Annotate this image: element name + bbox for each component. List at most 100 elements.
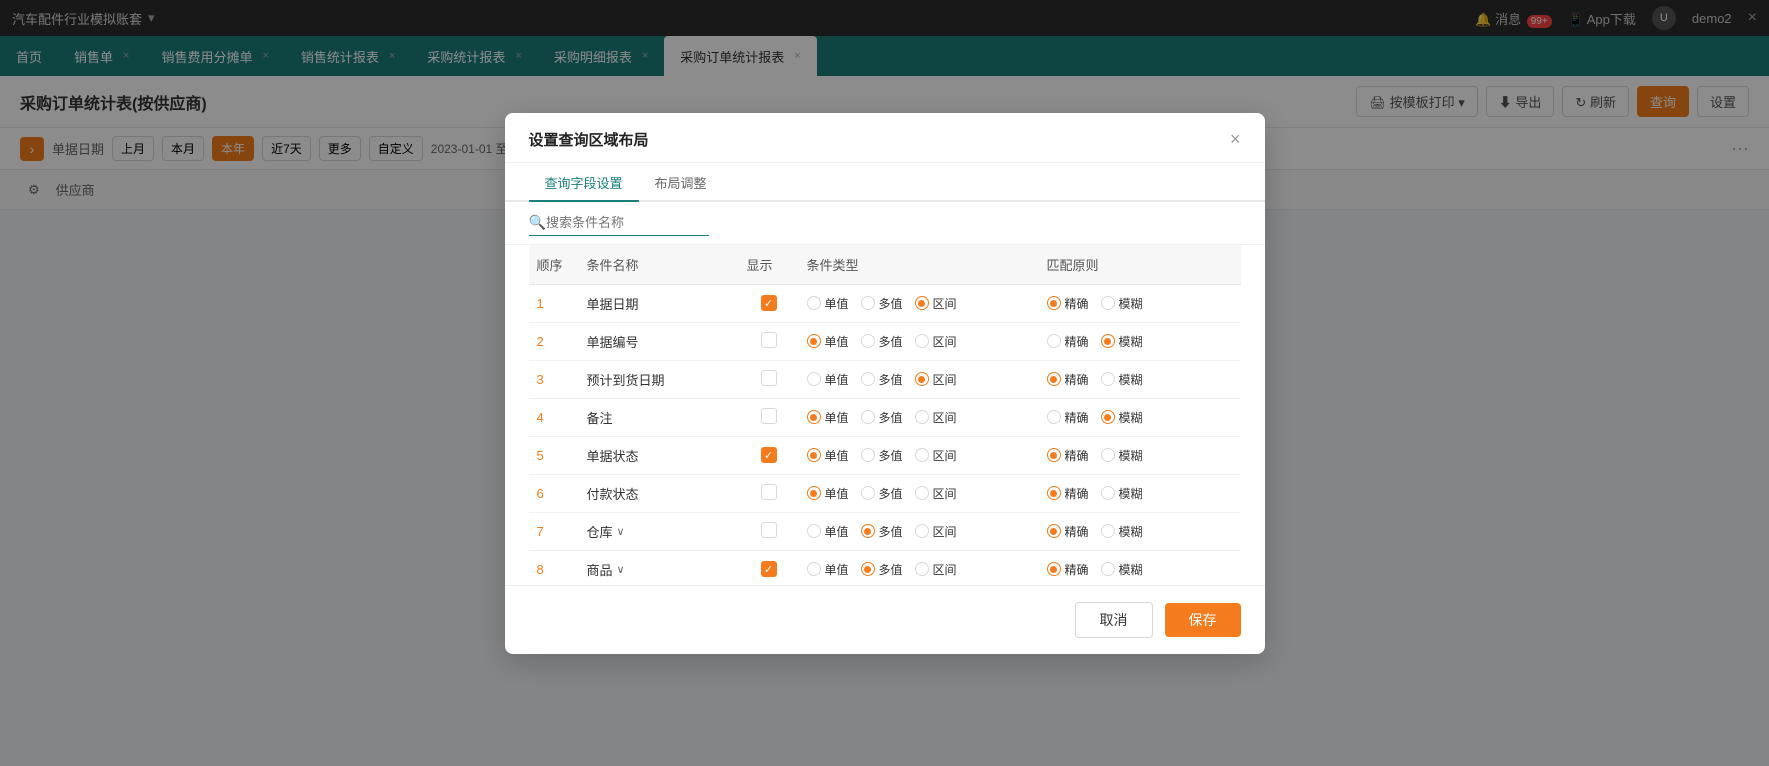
cell-rule: 精确模糊 <box>1039 512 1241 550</box>
cell-name: 单据日期 <box>579 284 739 322</box>
modal-overlay: 设置查询区域布局 × 查询字段设置 布局调整 🔍 顺序 <box>0 0 1769 766</box>
radio-rule-option[interactable]: 精确 <box>1047 409 1089 426</box>
radio-type-option[interactable]: 区间 <box>915 409 957 426</box>
cell-name: 付款状态 <box>579 474 739 512</box>
radio-rule-option[interactable]: 精确 <box>1047 371 1089 388</box>
display-checkbox[interactable]: ✓ <box>761 295 777 311</box>
th-display: 显示 <box>739 245 799 285</box>
table-row: 7仓库 ∨单值多值区间精确模糊 <box>529 512 1241 550</box>
radio-rule-option[interactable]: 模糊 <box>1101 409 1143 426</box>
radio-type-option[interactable]: 单值 <box>807 561 849 578</box>
radio-rule-option[interactable]: 模糊 <box>1101 447 1143 464</box>
dialog-table-body: 1单据日期✓单值多值区间精确模糊2单据编号单值多值区间精确模糊3预计到货日期单值… <box>529 284 1241 585</box>
radio-type-option[interactable]: 单值 <box>807 409 849 426</box>
save-btn[interactable]: 保存 <box>1165 603 1241 637</box>
radio-type-option[interactable]: 单值 <box>807 333 849 350</box>
cell-rule: 精确模糊 <box>1039 284 1241 322</box>
display-checkbox[interactable] <box>761 522 777 538</box>
dialog-tabs: 查询字段设置 布局调整 <box>505 163 1265 202</box>
radio-rule-option[interactable]: 模糊 <box>1101 523 1143 540</box>
table-row: 1单据日期✓单值多值区间精确模糊 <box>529 284 1241 322</box>
dialog-footer: 取消 保存 <box>505 585 1265 654</box>
cell-type: 单值多值区间 <box>799 474 1039 512</box>
cell-type: 单值多值区间 <box>799 322 1039 360</box>
tab-layout[interactable]: 布局调整 <box>639 163 723 202</box>
chevron-down-icon[interactable]: ∨ <box>617 525 625 538</box>
cell-name: 单据状态 <box>579 436 739 474</box>
radio-rule-option[interactable]: 模糊 <box>1101 371 1143 388</box>
cell-type: 单值多值区间 <box>799 360 1039 398</box>
cell-type: 单值多值区间 <box>799 284 1039 322</box>
search-line: 🔍 <box>529 214 709 236</box>
radio-rule-option[interactable]: 模糊 <box>1101 485 1143 502</box>
radio-type-option[interactable]: 区间 <box>915 333 957 350</box>
cancel-btn[interactable]: 取消 <box>1075 602 1153 638</box>
display-checkbox[interactable] <box>761 332 777 348</box>
cell-type: 单值多值区间 <box>799 550 1039 585</box>
radio-rule-option[interactable]: 精确 <box>1047 333 1089 350</box>
dialog-close-btn[interactable]: × <box>1230 130 1241 148</box>
radio-type-option[interactable]: 区间 <box>915 295 957 312</box>
cell-display <box>739 474 799 512</box>
chevron-down-icon[interactable]: ∨ <box>617 563 625 576</box>
radio-rule-option[interactable]: 精确 <box>1047 523 1089 540</box>
radio-rule-option[interactable]: 模糊 <box>1101 561 1143 578</box>
radio-type-option[interactable]: 多值 <box>861 333 903 350</box>
th-rule: 匹配原则 <box>1039 245 1241 285</box>
cell-display <box>739 322 799 360</box>
radio-type-option[interactable]: 区间 <box>915 561 957 578</box>
search-input[interactable] <box>546 215 722 230</box>
radio-rule-option[interactable]: 精确 <box>1047 295 1089 312</box>
display-checkbox[interactable]: ✓ <box>761 447 777 463</box>
cell-rule: 精确模糊 <box>1039 436 1241 474</box>
display-checkbox[interactable] <box>761 370 777 386</box>
radio-type-option[interactable]: 多值 <box>861 409 903 426</box>
th-type: 条件类型 <box>799 245 1039 285</box>
radio-type-option[interactable]: 区间 <box>915 523 957 540</box>
cell-display: ✓ <box>739 550 799 585</box>
radio-rule-option[interactable]: 模糊 <box>1101 295 1143 312</box>
tab-layout-label: 布局调整 <box>655 176 707 191</box>
radio-type-option[interactable]: 多值 <box>861 485 903 502</box>
tab-query-fields[interactable]: 查询字段设置 <box>529 163 639 202</box>
radio-type-option[interactable]: 区间 <box>915 485 957 502</box>
cell-rule: 精确模糊 <box>1039 360 1241 398</box>
radio-rule-option[interactable]: 精确 <box>1047 447 1089 464</box>
search-icon: 🔍 <box>529 214 546 231</box>
cell-name: 商品 ∨ <box>579 550 739 585</box>
cell-type: 单值多值区间 <box>799 398 1039 436</box>
radio-type-option[interactable]: 单值 <box>807 371 849 388</box>
search-box: 🔍 <box>505 202 1265 245</box>
table-row: 8商品 ∨✓单值多值区间精确模糊 <box>529 550 1241 585</box>
radio-rule-option[interactable]: 精确 <box>1047 485 1089 502</box>
cell-name: 预计到货日期 <box>579 360 739 398</box>
cell-order: 6 <box>529 474 579 512</box>
radio-type-option[interactable]: 多值 <box>861 447 903 464</box>
table-row: 3预计到货日期单值多值区间精确模糊 <box>529 360 1241 398</box>
table-row: 4备注单值多值区间精确模糊 <box>529 398 1241 436</box>
cell-name: 仓库 ∨ <box>579 512 739 550</box>
radio-type-option[interactable]: 区间 <box>915 447 957 464</box>
radio-type-option[interactable]: 多值 <box>861 561 903 578</box>
display-checkbox[interactable]: ✓ <box>761 561 777 577</box>
radio-type-option[interactable]: 单值 <box>807 295 849 312</box>
radio-rule-option[interactable]: 精确 <box>1047 561 1089 578</box>
cell-rule: 精确模糊 <box>1039 474 1241 512</box>
radio-type-option[interactable]: 区间 <box>915 371 957 388</box>
radio-type-option[interactable]: 多值 <box>861 295 903 312</box>
display-checkbox[interactable] <box>761 484 777 500</box>
dialog-title: 设置查询区域布局 <box>529 129 649 150</box>
dialog-header: 设置查询区域布局 × <box>505 113 1265 163</box>
radio-type-option[interactable]: 单值 <box>807 485 849 502</box>
cell-display <box>739 398 799 436</box>
radio-type-option[interactable]: 单值 <box>807 447 849 464</box>
cell-order: 8 <box>529 550 579 585</box>
table-row: 2单据编号单值多值区间精确模糊 <box>529 322 1241 360</box>
display-checkbox[interactable] <box>761 408 777 424</box>
radio-type-option[interactable]: 多值 <box>861 523 903 540</box>
radio-type-option[interactable]: 多值 <box>861 371 903 388</box>
cell-type: 单值多值区间 <box>799 512 1039 550</box>
cell-display: ✓ <box>739 436 799 474</box>
radio-rule-option[interactable]: 模糊 <box>1101 333 1143 350</box>
radio-type-option[interactable]: 单值 <box>807 523 849 540</box>
